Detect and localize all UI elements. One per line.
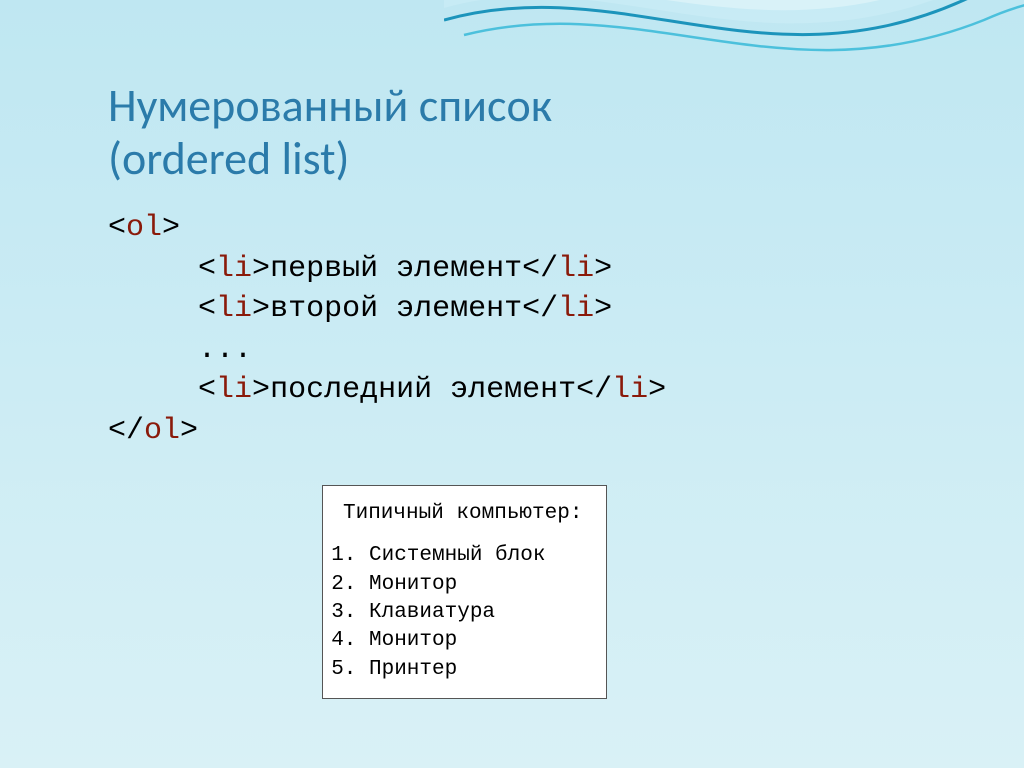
indent-4 [108,373,198,407]
ol-open-name: ol [126,211,162,245]
ol-close-lt: </ [108,414,144,448]
list-item: Монитор [369,627,582,655]
example-heading: Типичный компьютер: [343,500,582,528]
li3-close-gt: > [648,373,666,407]
li1-open-name: li [216,252,252,286]
slide-title: Нумерованный список (ordered list) [108,80,552,186]
ol-close-name: ol [144,414,180,448]
li1-close-gt: > [594,252,612,286]
code-item-1: первый элемент [270,252,522,286]
code-block: <ol> <li>первый элемент</li> <li>второй … [108,208,666,451]
list-item: Принтер [369,656,582,684]
li2-close-gt: > [594,292,612,326]
indent-2 [108,292,198,326]
li2-close-name: li [558,292,594,326]
list-item: Монитор [369,571,582,599]
li3-close-name: li [612,373,648,407]
code-ellipsis: ... [198,333,252,367]
li2-open-gt: > [252,292,270,326]
example-output-box: Типичный компьютер: Системный блок Монит… [322,485,607,699]
example-ordered-list: Системный блок Монитор Клавиатура Монито… [343,542,582,684]
ol-open-lt: < [108,211,126,245]
title-line-1: Нумерованный список [108,78,552,134]
title-line-2: (ordered list) [108,131,350,187]
indent-1 [108,252,198,286]
li3-close-lt: </ [576,373,612,407]
indent-3 [108,333,198,367]
li1-close-name: li [558,252,594,286]
code-item-2: второй элемент [270,292,522,326]
li2-open-lt: < [198,292,216,326]
list-item: Клавиатура [369,599,582,627]
li1-open-gt: > [252,252,270,286]
li2-close-lt: </ [522,292,558,326]
li3-open-name: li [216,373,252,407]
li1-close-lt: </ [522,252,558,286]
list-item: Системный блок [369,542,582,570]
ol-close-gt: > [180,414,198,448]
li1-open-lt: < [198,252,216,286]
slide: Нумерованный список (ordered list) <ol> … [0,0,1024,768]
li2-open-name: li [216,292,252,326]
li3-open-gt: > [252,373,270,407]
code-item-3: последний элемент [270,373,576,407]
ol-open-gt: > [162,211,180,245]
li3-open-lt: < [198,373,216,407]
